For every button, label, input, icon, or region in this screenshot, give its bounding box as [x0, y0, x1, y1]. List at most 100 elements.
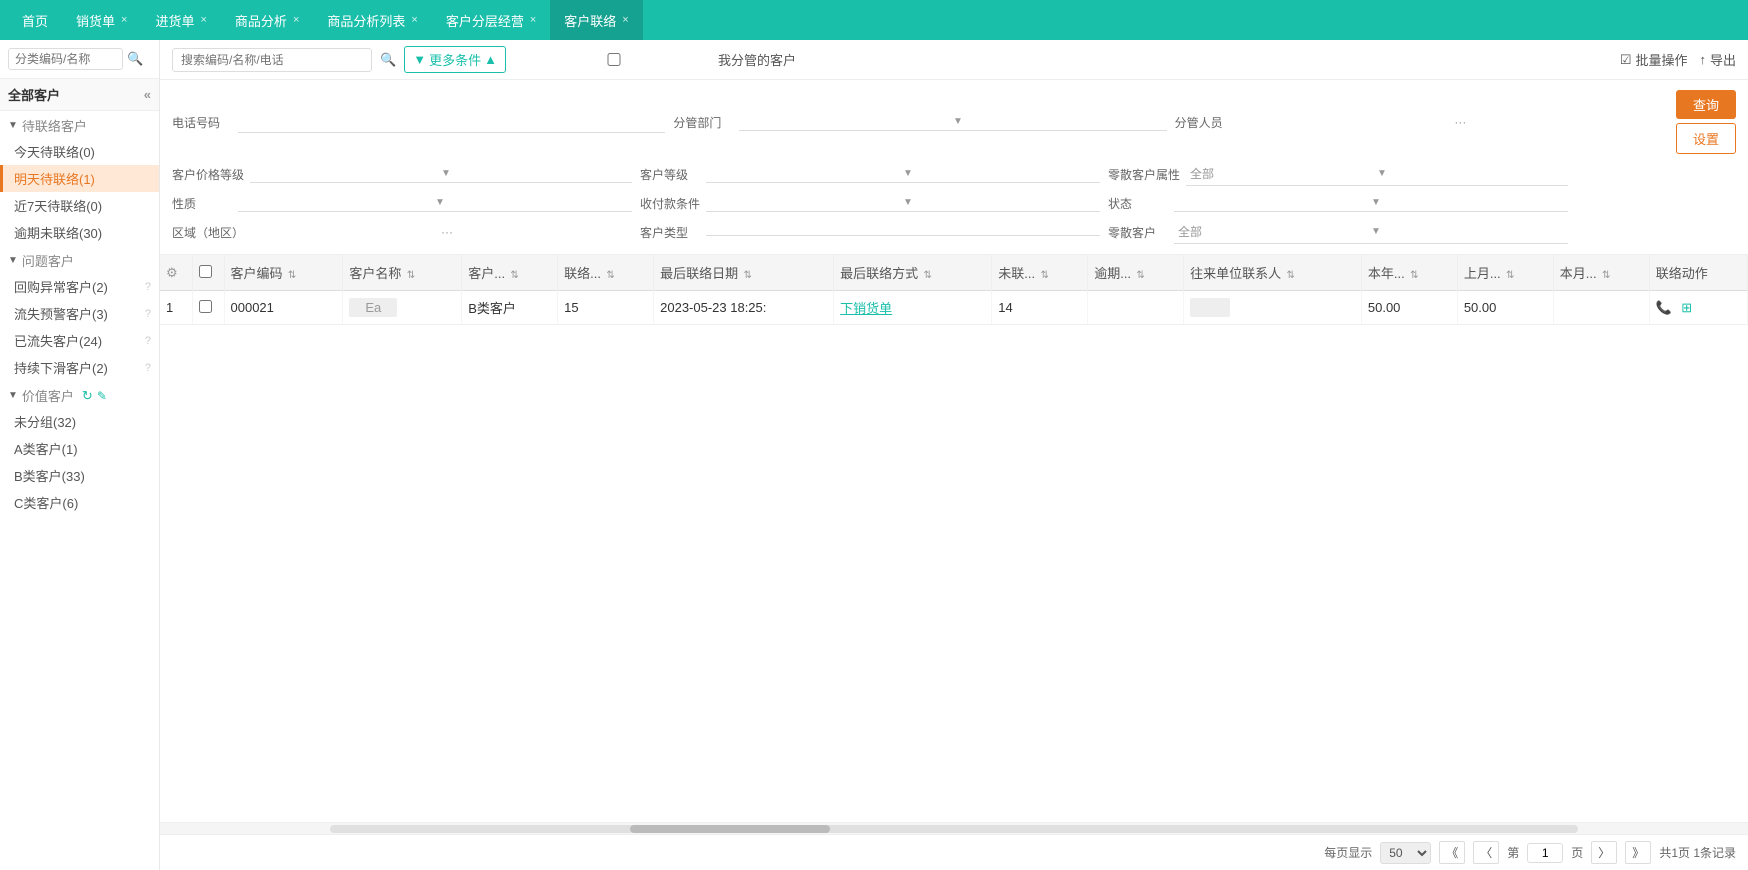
sort-icon[interactable]: ⇅	[1506, 270, 1514, 281]
sidebar-item-declining[interactable]: 持续下滑客户(2) ?	[0, 354, 159, 381]
nav-home[interactable]: 首页	[8, 0, 62, 40]
filter-bar: 🔍 ▼ 更多条件 ▲ 我分管的客户 ☑ 批量操作 ↑ 导出	[160, 40, 1748, 80]
page-size-select[interactable]: 50 20 100	[1380, 842, 1431, 864]
close-icon[interactable]: ×	[530, 14, 536, 26]
sort-icon[interactable]: ⇅	[288, 270, 296, 281]
horizontal-scrollbar[interactable]	[160, 822, 1748, 834]
my-customers-checkbox-label[interactable]: 我分管的客户	[514, 50, 796, 69]
nav-purchase-order[interactable]: 进货单 ×	[141, 0, 220, 40]
sort-icon[interactable]: ⇅	[407, 270, 415, 281]
first-page-btn[interactable]: 《	[1439, 841, 1465, 864]
close-icon[interactable]: ×	[200, 14, 206, 26]
retail-attr-select[interactable]: 全部 ▼	[1186, 162, 1568, 186]
sort-icon[interactable]: ⇅	[1602, 270, 1610, 281]
search-icon[interactable]: 🔍	[380, 52, 396, 68]
th-contact: 联络... ⇅	[558, 255, 654, 291]
sidebar-item-7day-contact[interactable]: 近7天待联络(0)	[0, 192, 159, 219]
th-checkbox[interactable]	[192, 255, 224, 291]
nav-sales-order[interactable]: 销货单 ×	[62, 0, 141, 40]
close-icon[interactable]: ×	[411, 14, 417, 26]
close-icon[interactable]: ×	[622, 14, 628, 26]
next-page-btn[interactable]: 〉	[1591, 841, 1617, 864]
export-btn[interactable]: ↑ 导出	[1699, 50, 1736, 69]
filter-row-3: 性质 ▼ 收付款条件 ▼ 状态	[172, 194, 1736, 212]
contact-method-link[interactable]: 下销货单	[840, 301, 892, 316]
setting-button[interactable]: 设置	[1676, 123, 1736, 154]
customer-type-select[interactable]	[706, 229, 1100, 236]
retail-customer-select[interactable]: 全部 ▼	[1174, 220, 1568, 244]
sidebar-search-input[interactable]	[8, 48, 123, 70]
th-gear[interactable]: ⚙	[160, 255, 192, 291]
nav-product-analysis[interactable]: 商品分析 ×	[221, 0, 313, 40]
prev-page-btn[interactable]: 〈	[1473, 841, 1499, 864]
gender-select[interactable]: ▼	[238, 194, 632, 212]
query-button[interactable]: 查询	[1676, 90, 1736, 119]
close-icon[interactable]: ×	[293, 14, 299, 26]
sort-icon[interactable]: ⇅	[1136, 270, 1144, 281]
sidebar-item-c-class[interactable]: C类客户(6)	[0, 489, 159, 516]
row-checkbox[interactable]	[199, 300, 212, 313]
page-number-input[interactable]	[1527, 843, 1563, 863]
area-select[interactable]: ···	[250, 222, 632, 242]
help-icon[interactable]: ?	[145, 281, 151, 293]
status-select[interactable]: ▼	[1174, 194, 1568, 212]
filter-cell-gender: 性质 ▼	[172, 194, 632, 212]
td-this-month	[1553, 291, 1649, 325]
my-customers-checkbox[interactable]	[514, 53, 714, 66]
td-last-month: 50.00	[1457, 291, 1553, 325]
more-icon[interactable]: ···	[437, 225, 628, 239]
person-select[interactable]: ···	[1241, 112, 1668, 132]
sort-icon[interactable]: ⇅	[606, 270, 614, 281]
all-customers-title[interactable]: 全部客户 «	[0, 79, 159, 111]
sidebar-item-churn-warning[interactable]: 流失预警客户(3) ?	[0, 300, 159, 327]
chevron-down-icon: ▼	[903, 197, 1096, 208]
price-level-select[interactable]: ▼	[250, 165, 632, 183]
phone-action-icon[interactable]: 📞	[1656, 300, 1672, 315]
help-icon[interactable]: ?	[145, 308, 151, 320]
more-conditions-btn[interactable]: ▼ 更多条件 ▲	[404, 46, 506, 73]
customer-level-select[interactable]: ▼	[706, 165, 1100, 183]
close-icon[interactable]: ×	[121, 14, 127, 26]
sort-icon[interactable]: ⇅	[743, 270, 751, 281]
settings-icon[interactable]: ⚙	[166, 265, 178, 280]
nav-customer-layered[interactable]: 客户分层经营 ×	[432, 0, 550, 40]
select-all-checkbox[interactable]	[199, 265, 212, 278]
sidebar-item-ungrouped[interactable]: 未分组(32)	[0, 408, 159, 435]
search-icon[interactable]: 🔍	[127, 51, 143, 67]
help-icon[interactable]: ?	[145, 362, 151, 374]
nav-product-analysis-list[interactable]: 商品分析列表 ×	[313, 0, 431, 40]
scrollbar-thumb[interactable]	[630, 825, 830, 833]
th-last-contact-date: 最后联络日期 ⇅	[654, 255, 834, 291]
last-page-btn[interactable]: 》	[1625, 841, 1651, 864]
sort-icon[interactable]: ⇅	[924, 270, 932, 281]
filter-cell-status: 状态 ▼	[1108, 194, 1568, 212]
search-input[interactable]	[172, 48, 372, 72]
filter-cell-customer-level: 客户等级 ▼	[640, 165, 1100, 183]
filter-row-4: 区域（地区） ··· 客户类型 零散客户 全部 ▼	[172, 220, 1736, 244]
nav-customer-contact[interactable]: 客户联络 ×	[550, 0, 642, 40]
bulk-action-btn[interactable]: ☑ 批量操作	[1620, 50, 1688, 69]
sort-icon[interactable]: ⇅	[1287, 270, 1295, 281]
sort-icon[interactable]: ⇅	[1410, 270, 1418, 281]
sidebar-item-tomorrow-contact[interactable]: 明天待联络(1)	[0, 165, 159, 192]
phone-input[interactable]	[238, 112, 665, 133]
edit-icon[interactable]: ✎	[97, 389, 107, 403]
payment-select[interactable]: ▼	[706, 194, 1100, 212]
sidebar-item-repurchase-abnormal[interactable]: 回购异常客户(2) ?	[0, 273, 159, 300]
more-action-icon[interactable]: ⊞	[1681, 300, 1692, 315]
dept-select[interactable]: ▼	[739, 113, 1166, 131]
sidebar-item-b-class[interactable]: B类客户(33)	[0, 462, 159, 489]
sidebar-item-a-class[interactable]: A类客户(1)	[0, 435, 159, 462]
help-icon[interactable]: ?	[145, 335, 151, 347]
td-checkbox[interactable]	[192, 291, 224, 325]
td-last-contact-method[interactable]: 下销货单	[834, 291, 992, 325]
more-icon[interactable]: ···	[1450, 115, 1664, 129]
table-row: 1 000021 Ea B类客户	[160, 291, 1748, 325]
refresh-icon[interactable]: ↻	[82, 388, 93, 404]
sidebar-item-churned[interactable]: 已流失客户(24) ?	[0, 327, 159, 354]
sort-icon[interactable]: ⇅	[510, 270, 518, 281]
sidebar-item-overdue-contact[interactable]: 逾期未联络(30)	[0, 219, 159, 246]
sidebar-item-today-contact[interactable]: 今天待联络(0)	[0, 138, 159, 165]
collapse-icon[interactable]: «	[144, 87, 151, 102]
sort-icon[interactable]: ⇅	[1040, 270, 1048, 281]
